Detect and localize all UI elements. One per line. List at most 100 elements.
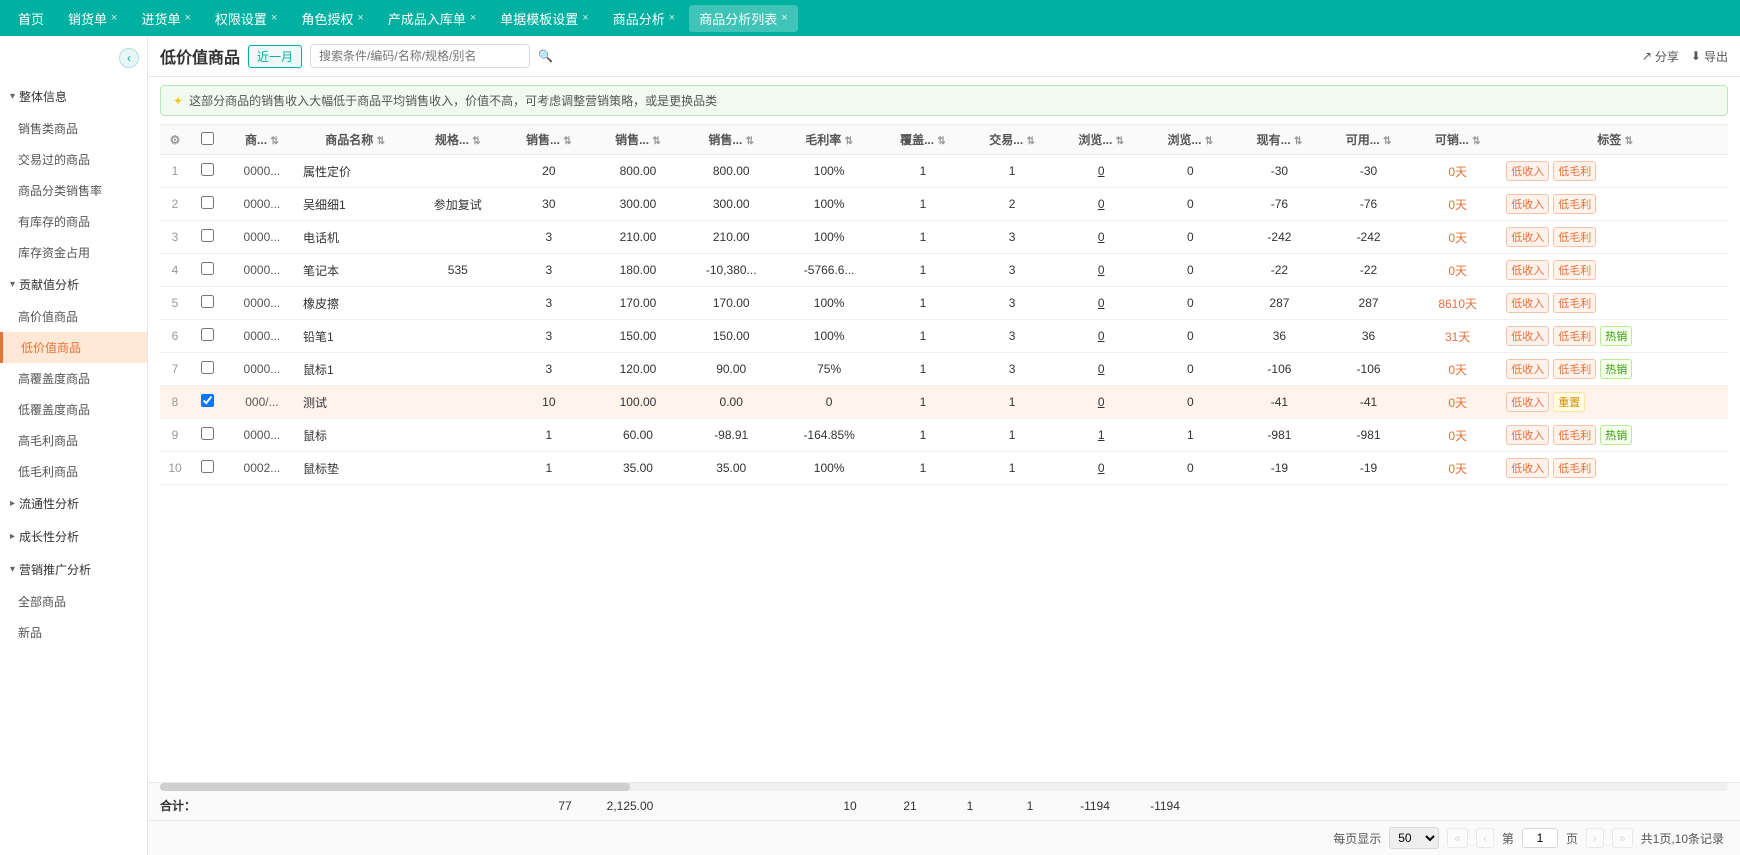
- nav-role-auth[interactable]: 角色授权 ×: [291, 5, 373, 32]
- row-name[interactable]: 铅笔1: [299, 320, 411, 353]
- close-icon[interactable]: ×: [271, 12, 277, 24]
- row-browse1[interactable]: 0: [1057, 287, 1146, 320]
- row-checkbox[interactable]: [190, 155, 225, 188]
- chevron-down-icon: ▾: [10, 279, 15, 290]
- last-page-button[interactable]: »: [1612, 828, 1633, 848]
- page-input[interactable]: [1522, 828, 1558, 848]
- table-row: 6 0000... 铅笔1 3 150.00 150.00 100% 1 3 0…: [160, 320, 1728, 353]
- sidebar-item-low-coverage[interactable]: 低覆盖度商品: [0, 394, 147, 425]
- sidebar-item-stock-capital[interactable]: 库存资金占用: [0, 237, 147, 268]
- nav-product-analysis-list[interactable]: 商品分析列表 ×: [689, 5, 797, 32]
- export-button[interactable]: ⬇ 导出: [1691, 48, 1728, 65]
- row-checkbox[interactable]: [190, 254, 225, 287]
- tag-low-income: 低收入: [1506, 359, 1549, 379]
- row-checkbox[interactable]: [190, 419, 225, 452]
- search-icon[interactable]: 🔍: [538, 49, 553, 63]
- sidebar-item-sales-products[interactable]: 销售类商品: [0, 113, 147, 144]
- nav-sales-order[interactable]: 销货单 ×: [58, 5, 127, 32]
- row-name[interactable]: 笔记本: [299, 254, 411, 287]
- prev-page-button[interactable]: ‹: [1476, 828, 1494, 848]
- close-icon[interactable]: ×: [111, 12, 117, 24]
- nav-home[interactable]: 首页: [8, 5, 54, 32]
- table-wrapper[interactable]: ⚙ 商... ⇅ 商品名称 ⇅ 规格... ⇅ 销售... ⇅ 销售... ⇅ …: [148, 124, 1740, 782]
- row-select-checkbox[interactable]: [201, 328, 214, 341]
- sidebar-item-high-coverage[interactable]: 高覆盖度商品: [0, 363, 147, 394]
- col-settings[interactable]: ⚙: [160, 125, 190, 155]
- close-icon[interactable]: ×: [357, 12, 363, 24]
- select-all-checkbox[interactable]: [201, 132, 214, 145]
- row-name[interactable]: 鼠标: [299, 419, 411, 452]
- sidebar-collapse-button[interactable]: ‹: [119, 48, 139, 68]
- sidebar-item-all-products[interactable]: 全部商品: [0, 586, 147, 617]
- row-browse1[interactable]: 0: [1057, 386, 1146, 419]
- sidebar-group-overall[interactable]: ▾ 整体信息: [0, 80, 147, 113]
- sidebar-item-high-margin[interactable]: 高毛利商品: [0, 425, 147, 456]
- row-select-checkbox[interactable]: [201, 361, 214, 374]
- row-checkbox[interactable]: [190, 221, 225, 254]
- sidebar-item-stock-products[interactable]: 有库存的商品: [0, 206, 147, 237]
- nav-purchase-order[interactable]: 进货单 ×: [131, 5, 200, 32]
- sidebar-group-circulation[interactable]: ▸ 流通性分析: [0, 487, 147, 520]
- next-page-button[interactable]: ›: [1586, 828, 1604, 848]
- close-icon[interactable]: ×: [184, 12, 190, 24]
- row-name[interactable]: 鼠标1: [299, 353, 411, 386]
- sidebar-item-traded-products[interactable]: 交易过的商品: [0, 144, 147, 175]
- row-select-checkbox[interactable]: [201, 163, 214, 176]
- row-sales-qty: 1: [504, 452, 593, 485]
- row-browse1[interactable]: 0: [1057, 155, 1146, 188]
- sidebar-group-growth[interactable]: ▸ 成长性分析: [0, 520, 147, 553]
- col-code: 商... ⇅: [225, 125, 299, 155]
- row-checkbox[interactable]: [190, 353, 225, 386]
- row-name[interactable]: 电话机: [299, 221, 411, 254]
- close-icon[interactable]: ×: [582, 12, 588, 24]
- sidebar-item-low-value[interactable]: 低价值商品: [0, 332, 147, 363]
- share-button[interactable]: ↗ 分享: [1642, 48, 1679, 65]
- nav-permission[interactable]: 权限设置 ×: [205, 5, 287, 32]
- row-checkbox[interactable]: [190, 386, 225, 419]
- close-icon[interactable]: ×: [669, 12, 675, 24]
- row-select-checkbox[interactable]: [201, 295, 214, 308]
- row-select-checkbox[interactable]: [201, 196, 214, 209]
- first-page-button[interactable]: «: [1447, 828, 1468, 848]
- row-name[interactable]: 吴细细1: [299, 188, 411, 221]
- row-select-checkbox[interactable]: [201, 427, 214, 440]
- sidebar-group-contribution[interactable]: ▾ 贡献值分析: [0, 268, 147, 301]
- row-browse1[interactable]: 0: [1057, 320, 1146, 353]
- row-browse1[interactable]: 0: [1057, 452, 1146, 485]
- row-checkbox[interactable]: [190, 188, 225, 221]
- nav-product-warehouse[interactable]: 产成品入库单 ×: [378, 5, 486, 32]
- row-select-checkbox[interactable]: [201, 460, 214, 473]
- row-checkbox[interactable]: [190, 320, 225, 353]
- row-select-checkbox[interactable]: [201, 229, 214, 242]
- sidebar-item-low-margin[interactable]: 低毛利商品: [0, 456, 147, 487]
- close-icon[interactable]: ×: [470, 12, 476, 24]
- row-browse1[interactable]: 1: [1057, 419, 1146, 452]
- col-checkbox[interactable]: [190, 125, 225, 155]
- row-name[interactable]: 鼠标垫: [299, 452, 411, 485]
- row-select-checkbox[interactable]: [201, 262, 214, 275]
- row-browse1[interactable]: 0: [1057, 188, 1146, 221]
- row-trade: 1: [968, 386, 1057, 419]
- sidebar-group-marketing[interactable]: ▾ 营销推广分析: [0, 553, 147, 586]
- nav-product-analysis[interactable]: 商品分析 ×: [603, 5, 685, 32]
- nav-template-setting[interactable]: 单据模板设置 ×: [490, 5, 598, 32]
- row-checkbox[interactable]: [190, 287, 225, 320]
- period-tag-button[interactable]: 近一月: [248, 45, 302, 68]
- page-size-select[interactable]: 50 100 200: [1389, 827, 1439, 849]
- row-browse1[interactable]: 0: [1057, 221, 1146, 254]
- sidebar-item-high-value[interactable]: 高价值商品: [0, 301, 147, 332]
- row-name[interactable]: 属性定价: [299, 155, 411, 188]
- sidebar-item-new-products[interactable]: 新品: [0, 617, 147, 648]
- sidebar-item-category-sales[interactable]: 商品分类销售率: [0, 175, 147, 206]
- row-browse2: 0: [1146, 386, 1235, 419]
- row-select-checkbox[interactable]: [201, 394, 214, 407]
- row-browse1[interactable]: 0: [1057, 353, 1146, 386]
- search-input[interactable]: [310, 44, 530, 68]
- gear-icon[interactable]: ⚙: [170, 133, 181, 147]
- close-icon[interactable]: ×: [781, 12, 787, 24]
- row-name[interactable]: 测试: [299, 386, 411, 419]
- row-cover: 1: [878, 320, 967, 353]
- row-checkbox[interactable]: [190, 452, 225, 485]
- row-browse1[interactable]: 0: [1057, 254, 1146, 287]
- row-name[interactable]: 橡皮擦: [299, 287, 411, 320]
